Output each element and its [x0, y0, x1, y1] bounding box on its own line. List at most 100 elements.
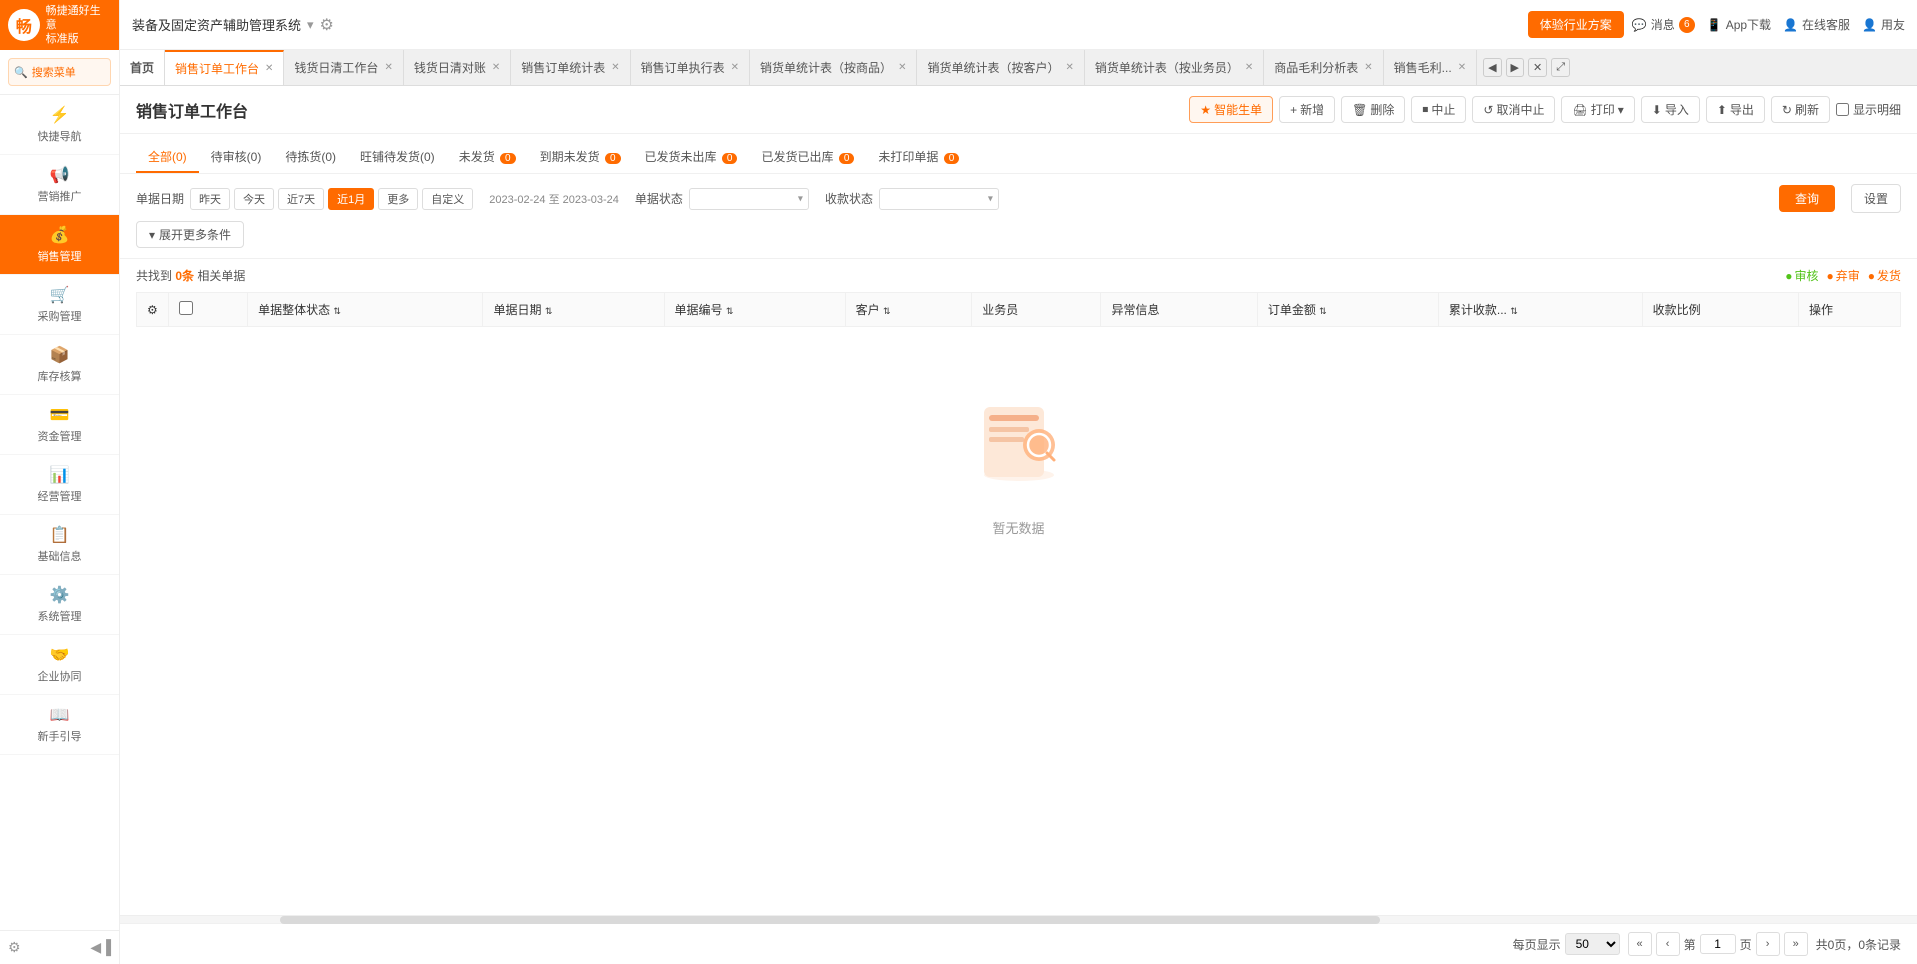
add-button[interactable]: + 新增 [1279, 96, 1335, 123]
cancel-review-action-btn[interactable]: ● 弃审 [1826, 267, 1859, 284]
subtab-overdue-ship[interactable]: 到期未发货 0 [528, 142, 633, 173]
sidebar-item-quick-nav[interactable]: ⚡ 快捷导航 [0, 95, 119, 155]
col-settings[interactable]: ⚙ [137, 293, 169, 327]
collapse-btn[interactable]: ◀▐ [90, 939, 111, 956]
expand-filter-button[interactable]: ▾ 展开更多条件 [136, 221, 244, 248]
tab-home[interactable]: 首页 [120, 50, 165, 86]
col-collected[interactable]: 累计收款... ⇅ [1438, 293, 1642, 327]
date-btn-more[interactable]: 更多 [378, 188, 418, 210]
tab-sales-summary-product[interactable]: 销货单统计表（按商品） ✕ [750, 50, 917, 86]
ship-action-btn[interactable]: ● 发货 [1868, 267, 1901, 284]
tab-sales-more[interactable]: 销售毛利... ✕ [1384, 50, 1477, 86]
date-btn-last1month[interactable]: 近1月 [328, 188, 374, 210]
filter-settings-button[interactable]: 设置 [1851, 184, 1901, 213]
trial-button[interactable]: 体验行业方案 [1528, 11, 1624, 38]
tab-cash-reconcile-label: 钱货日清对账 [414, 59, 486, 76]
online-support-btn[interactable]: 👤 在线客服 [1783, 16, 1850, 33]
tab-sales-summary-staff-close[interactable]: ✕ [1245, 62, 1253, 73]
tab-gross-profit[interactable]: 商品毛利分析表 ✕ [1264, 50, 1383, 86]
col-amount[interactable]: 订单金额 ⇅ [1257, 293, 1438, 327]
last-page-btn[interactable]: » [1784, 932, 1808, 956]
tab-sales-order-close[interactable]: ✕ [265, 63, 273, 74]
refresh-button[interactable]: ↻ 刷新 [1771, 96, 1830, 123]
subtab-not-shipped[interactable]: 未发货 0 [447, 142, 528, 173]
tab-sales-summary-customer[interactable]: 销货单统计表（按客户） ✕ [917, 50, 1084, 86]
tab-cash-daily[interactable]: 钱货日清工作台 ✕ [284, 50, 403, 86]
show-detail-checkbox[interactable] [1836, 103, 1849, 116]
tab-cash-reconcile-close[interactable]: ✕ [492, 62, 500, 73]
status-select[interactable] [689, 188, 809, 210]
query-button[interactable]: 查询 [1779, 185, 1835, 212]
prev-page-btn[interactable]: ‹ [1656, 932, 1680, 956]
sidebar-item-system[interactable]: ⚙️ 系统管理 [0, 575, 119, 635]
subtab-pending-review[interactable]: 待审核(0) [199, 142, 274, 173]
sidebar-item-finance[interactable]: 💳 资金管理 [0, 395, 119, 455]
tab-sales-summary-customer-close[interactable]: ✕ [1065, 62, 1073, 73]
col-number[interactable]: 单据编号 ⇅ [664, 293, 845, 327]
user-menu-btn[interactable]: 👤 用友 [1862, 16, 1905, 33]
tab-sales-more-close[interactable]: ✕ [1458, 62, 1466, 73]
tab-sales-exec-close[interactable]: ✕ [731, 62, 739, 73]
tab-sales-stats-close[interactable]: ✕ [611, 62, 619, 73]
tab-cash-reconcile[interactable]: 钱货日清对账 ✕ [404, 50, 511, 86]
col-customer[interactable]: 客户 ⇅ [845, 293, 972, 327]
topbar-settings-icon[interactable]: ⚙ [320, 15, 334, 35]
tab-gross-profit-close[interactable]: ✕ [1364, 62, 1372, 73]
date-btn-custom[interactable]: 自定义 [422, 188, 473, 210]
topbar-title-area: 装备及固定资产辅助管理系统 ▾ ⚙ [132, 15, 1520, 35]
sidebar-item-purchase[interactable]: 🛒 采购管理 [0, 275, 119, 335]
export-button[interactable]: ⬆ 导出 [1706, 96, 1765, 123]
show-detail-label[interactable]: 显示明细 [1836, 101, 1901, 118]
subtab-pending-pickup[interactable]: 待拣货(0) [273, 142, 348, 173]
first-page-btn[interactable]: « [1628, 932, 1652, 956]
smart-order-button[interactable]: ★ 智能生单 [1189, 96, 1273, 123]
subtab-not-printed[interactable]: 未打印单据 0 [866, 142, 971, 173]
col-date[interactable]: 单据日期 ⇅ [483, 293, 664, 327]
tab-sales-exec[interactable]: 销售订单执行表 ✕ [631, 50, 750, 86]
horizontal-scrollbar[interactable] [120, 915, 1917, 923]
page-input[interactable] [1700, 934, 1736, 954]
tab-sales-stats[interactable]: 销售订单统计表 ✕ [511, 50, 630, 86]
col-status[interactable]: 单据整体状态 ⇅ [248, 293, 483, 327]
topbar-dropdown-icon[interactable]: ▾ [307, 17, 314, 33]
sidebar-item-inventory[interactable]: 📦 库存核算 [0, 335, 119, 395]
tab-sales-order[interactable]: 销售订单工作台 ✕ [165, 50, 284, 86]
review-action-btn[interactable]: ● 审核 [1785, 267, 1818, 284]
tab-nav-expand[interactable]: ⤢ [1551, 58, 1570, 77]
cancel-stop-button[interactable]: ↺ 取消中止 [1472, 96, 1555, 123]
tab-sales-more-label: 销售毛利... [1394, 59, 1452, 76]
sidebar-item-sales[interactable]: 💰 销售管理 [0, 215, 119, 275]
scrollbar-thumb[interactable] [280, 916, 1380, 924]
payment-select[interactable] [879, 188, 999, 210]
stop-button[interactable]: ⏹ 中止 [1411, 96, 1466, 123]
settings-bottom-btn[interactable]: ⚙ [8, 939, 21, 956]
per-page-select[interactable]: 50 100 200 [1565, 933, 1620, 955]
next-page-btn[interactable]: › [1756, 932, 1780, 956]
print-button[interactable]: 🖨 打印 ▾ [1561, 96, 1634, 123]
select-all-checkbox[interactable] [179, 301, 193, 315]
tab-sales-summary-staff[interactable]: 销货单统计表（按业务员） ✕ [1085, 50, 1264, 86]
sidebar-item-cooperation[interactable]: 🤝 企业协同 [0, 635, 119, 695]
date-btn-yesterday[interactable]: 昨天 [190, 188, 230, 210]
tab-nav-next[interactable]: ▶ [1506, 58, 1524, 77]
sidebar-item-marketing[interactable]: 📢 营销推广 [0, 155, 119, 215]
tab-nav-prev[interactable]: ◀ [1483, 58, 1501, 77]
delete-button[interactable]: 🗑 删除 [1341, 96, 1405, 123]
subtab-shipped-not-out[interactable]: 已发货未出库 0 [633, 142, 750, 173]
sidebar-item-basic-info[interactable]: 📋 基础信息 [0, 515, 119, 575]
sidebar-item-guide[interactable]: 📖 新手引导 [0, 695, 119, 755]
subtab-all[interactable]: 全部(0) [136, 142, 199, 173]
tab-sales-summary-product-close[interactable]: ✕ [898, 62, 906, 73]
date-btn-last7[interactable]: 近7天 [278, 188, 324, 210]
message-btn[interactable]: 💬 消息 6 [1632, 16, 1695, 33]
subtab-wangpu[interactable]: 旺铺待发货(0) [348, 142, 447, 173]
subtab-shipped-out[interactable]: 已发货已出库 0 [749, 142, 866, 173]
message-badge: 6 [1679, 17, 1695, 33]
search-menu-button[interactable]: 🔍 搜索菜单 [8, 58, 111, 86]
sidebar-item-operations[interactable]: 📊 经营管理 [0, 455, 119, 515]
import-button[interactable]: ⬇ 导入 [1641, 96, 1700, 123]
tab-cash-daily-close[interactable]: ✕ [384, 62, 392, 73]
date-btn-today[interactable]: 今天 [234, 188, 274, 210]
tab-nav-close-all[interactable]: ✕ [1528, 58, 1547, 77]
app-download-btn[interactable]: 📱 App下载 [1707, 16, 1771, 33]
